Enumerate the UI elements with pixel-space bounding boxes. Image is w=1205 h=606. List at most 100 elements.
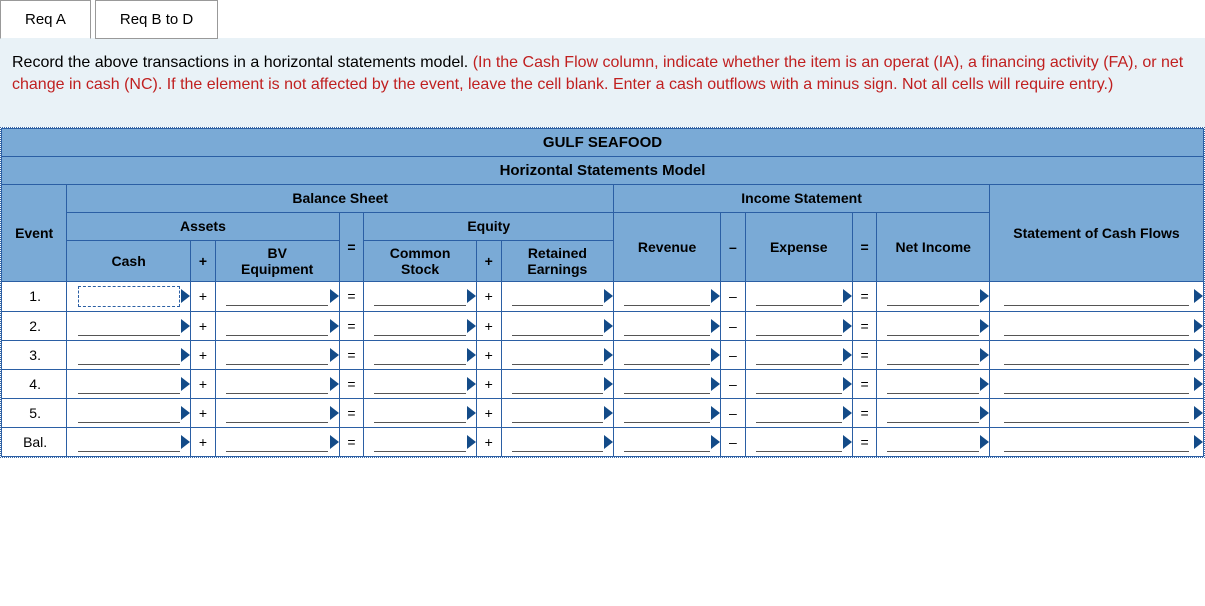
dropdown-icon[interactable] xyxy=(604,377,613,391)
data-cell[interactable] xyxy=(614,311,721,340)
cell-input[interactable] xyxy=(756,316,842,336)
dropdown-icon[interactable] xyxy=(181,406,190,420)
cell-input[interactable] xyxy=(512,403,604,423)
data-cell[interactable] xyxy=(877,427,990,456)
data-cell[interactable] xyxy=(745,340,852,369)
data-cell[interactable] xyxy=(989,369,1203,398)
data-cell[interactable] xyxy=(501,427,614,456)
cell-input[interactable] xyxy=(226,345,328,365)
data-cell[interactable] xyxy=(614,427,721,456)
data-cell[interactable] xyxy=(215,281,339,311)
data-cell[interactable] xyxy=(67,281,191,311)
cell-input[interactable] xyxy=(887,403,979,423)
dropdown-icon[interactable] xyxy=(843,377,852,391)
data-cell[interactable] xyxy=(67,398,191,427)
data-cell[interactable] xyxy=(364,369,477,398)
dropdown-icon[interactable] xyxy=(604,435,613,449)
dropdown-icon[interactable] xyxy=(467,289,476,303)
cell-input[interactable] xyxy=(1004,374,1189,394)
cell-input[interactable] xyxy=(887,374,979,394)
data-cell[interactable] xyxy=(989,427,1203,456)
dropdown-icon[interactable] xyxy=(330,289,339,303)
dropdown-icon[interactable] xyxy=(467,406,476,420)
data-cell[interactable] xyxy=(215,398,339,427)
cell-input[interactable] xyxy=(226,374,328,394)
dropdown-icon[interactable] xyxy=(181,289,190,303)
cell-input[interactable] xyxy=(512,432,604,452)
data-cell[interactable] xyxy=(745,281,852,311)
data-cell[interactable] xyxy=(989,281,1203,311)
cell-input[interactable] xyxy=(1004,403,1189,423)
cell-input[interactable] xyxy=(78,286,180,307)
dropdown-icon[interactable] xyxy=(980,435,989,449)
dropdown-icon[interactable] xyxy=(330,348,339,362)
dropdown-icon[interactable] xyxy=(980,377,989,391)
cell-input[interactable] xyxy=(78,374,180,394)
dropdown-icon[interactable] xyxy=(843,406,852,420)
dropdown-icon[interactable] xyxy=(181,348,190,362)
dropdown-icon[interactable] xyxy=(711,435,720,449)
cell-input[interactable] xyxy=(226,403,328,423)
data-cell[interactable] xyxy=(745,427,852,456)
cell-input[interactable] xyxy=(374,316,466,336)
cell-input[interactable] xyxy=(78,316,180,336)
data-cell[interactable] xyxy=(877,281,990,311)
data-cell[interactable] xyxy=(501,369,614,398)
cell-input[interactable] xyxy=(512,374,604,394)
data-cell[interactable] xyxy=(67,340,191,369)
dropdown-icon[interactable] xyxy=(467,435,476,449)
cell-input[interactable] xyxy=(756,403,842,423)
cell-input[interactable] xyxy=(226,316,328,336)
dropdown-icon[interactable] xyxy=(843,289,852,303)
data-cell[interactable] xyxy=(67,369,191,398)
cell-input[interactable] xyxy=(624,403,710,423)
cell-input[interactable] xyxy=(512,345,604,365)
data-cell[interactable] xyxy=(501,340,614,369)
cell-input[interactable] xyxy=(226,432,328,452)
cell-input[interactable] xyxy=(78,345,180,365)
dropdown-icon[interactable] xyxy=(604,406,613,420)
dropdown-icon[interactable] xyxy=(330,377,339,391)
dropdown-icon[interactable] xyxy=(711,348,720,362)
data-cell[interactable] xyxy=(364,311,477,340)
tab-req-a[interactable]: Req A xyxy=(0,0,91,39)
cell-input[interactable] xyxy=(756,345,842,365)
dropdown-icon[interactable] xyxy=(1194,289,1203,303)
data-cell[interactable] xyxy=(215,427,339,456)
cell-input[interactable] xyxy=(374,286,466,306)
data-cell[interactable] xyxy=(877,369,990,398)
data-cell[interactable] xyxy=(877,311,990,340)
dropdown-icon[interactable] xyxy=(604,319,613,333)
dropdown-icon[interactable] xyxy=(843,348,852,362)
cell-input[interactable] xyxy=(756,432,842,452)
data-cell[interactable] xyxy=(215,369,339,398)
dropdown-icon[interactable] xyxy=(604,348,613,362)
data-cell[interactable] xyxy=(364,340,477,369)
dropdown-icon[interactable] xyxy=(467,377,476,391)
dropdown-icon[interactable] xyxy=(1194,319,1203,333)
cell-input[interactable] xyxy=(624,345,710,365)
cell-input[interactable] xyxy=(1004,316,1189,336)
cell-input[interactable] xyxy=(624,432,710,452)
dropdown-icon[interactable] xyxy=(980,319,989,333)
data-cell[interactable] xyxy=(989,398,1203,427)
cell-input[interactable] xyxy=(887,345,979,365)
cell-input[interactable] xyxy=(1004,432,1189,452)
cell-input[interactable] xyxy=(887,286,979,306)
cell-input[interactable] xyxy=(78,403,180,423)
data-cell[interactable] xyxy=(614,340,721,369)
cell-input[interactable] xyxy=(756,286,842,306)
data-cell[interactable] xyxy=(745,398,852,427)
dropdown-icon[interactable] xyxy=(467,319,476,333)
dropdown-icon[interactable] xyxy=(980,348,989,362)
dropdown-icon[interactable] xyxy=(980,406,989,420)
data-cell[interactable] xyxy=(745,369,852,398)
cell-input[interactable] xyxy=(374,374,466,394)
cell-input[interactable] xyxy=(624,316,710,336)
data-cell[interactable] xyxy=(364,398,477,427)
data-cell[interactable] xyxy=(67,311,191,340)
data-cell[interactable] xyxy=(67,427,191,456)
dropdown-icon[interactable] xyxy=(467,348,476,362)
cell-input[interactable] xyxy=(887,316,979,336)
cell-input[interactable] xyxy=(512,286,604,306)
